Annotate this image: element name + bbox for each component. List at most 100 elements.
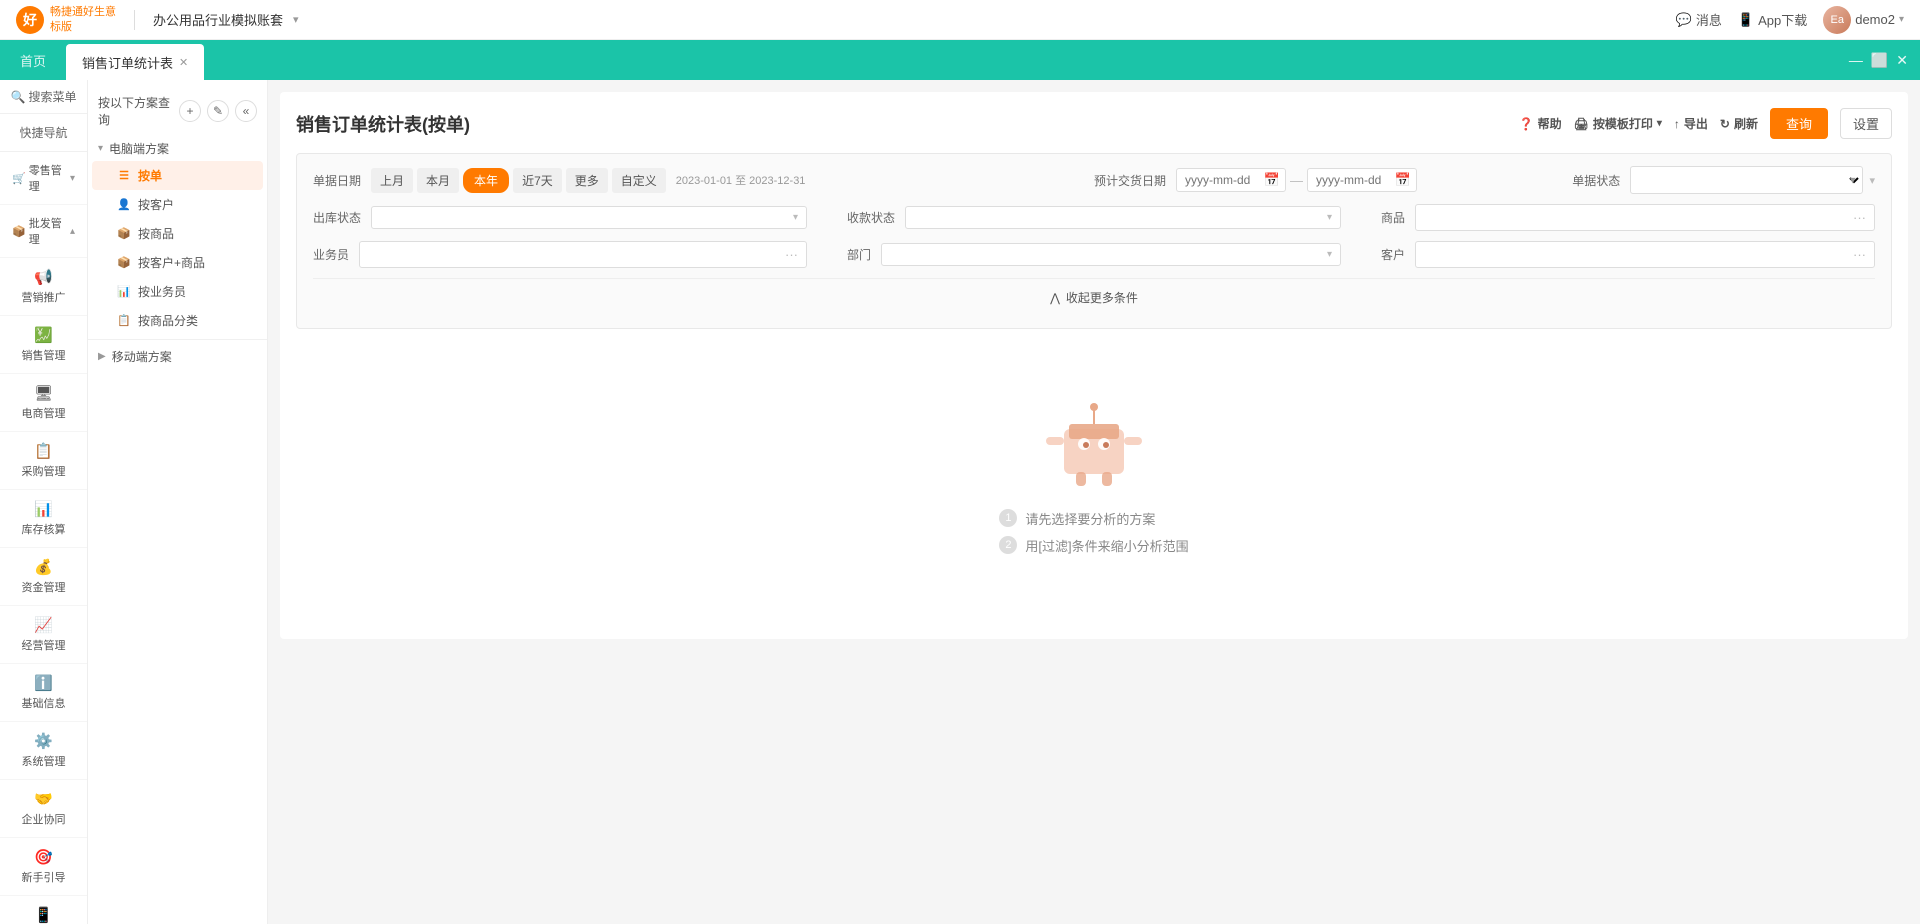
- template-print-btn[interactable]: 🖨 按模板打印 ▾: [1574, 115, 1662, 132]
- quick-nav-btn[interactable]: 快捷导航: [0, 114, 87, 152]
- order-status-select-wrap[interactable]: [1630, 166, 1863, 194]
- mobile-section: ▶ 移动端方案: [88, 344, 267, 369]
- print-dropdown-icon: ▾: [1657, 118, 1662, 129]
- close-btn[interactable]: ✕: [1896, 52, 1908, 69]
- sales-icon: 💹: [34, 326, 53, 344]
- filter-payment-cell: 收款状态 ▾: [847, 206, 1341, 229]
- logo-text: 畅捷通好生意 标版: [50, 5, 116, 34]
- filter-order-status-cell: 单据状态 ▾: [1572, 166, 1875, 194]
- panel-item-by-customer-goods[interactable]: 📦 按客户+商品: [92, 248, 263, 277]
- search-menu-btn[interactable]: 🔍 搜索菜单: [8, 88, 79, 105]
- department-select-box[interactable]: ▾: [881, 243, 1341, 266]
- sidebar-item-appstore[interactable]: 📱 应用中心: [0, 896, 87, 924]
- sidebar-item-enterprise[interactable]: 🤝 企业协同: [0, 780, 87, 838]
- panel-item-by-goods[interactable]: 📦 按商品: [92, 219, 263, 248]
- edit-scheme-btn[interactable]: ✎: [207, 100, 229, 122]
- query-btn[interactable]: 查询: [1770, 108, 1828, 139]
- add-scheme-btn[interactable]: +: [179, 100, 201, 122]
- expected-delivery-to-wrap: 📅: [1307, 168, 1417, 192]
- section-divider: [88, 339, 267, 340]
- logo-area: 好 畅捷通好生意 标版: [16, 5, 116, 34]
- last-7-days-btn[interactable]: 近7天: [513, 168, 562, 193]
- order-status-dropdown-icon: ▾: [1869, 174, 1875, 187]
- salesman-select-box[interactable]: ···: [359, 241, 807, 268]
- collapse-panel-btn[interactable]: «: [235, 100, 257, 122]
- panel-item-by-salesman[interactable]: 📊 按业务员: [92, 277, 263, 306]
- date-range-sep: —: [1290, 173, 1303, 188]
- payment-status-select-box[interactable]: ▾: [905, 206, 1341, 229]
- message-icon: 💬: [1676, 12, 1692, 28]
- panel-item-by-order[interactable]: ☰ 按单: [92, 161, 263, 190]
- panel-item-by-customer[interactable]: 👤 按客户: [92, 190, 263, 219]
- tab-bar: 首页 销售订单统计表 ✕ — ⬜ ✕: [0, 40, 1920, 80]
- department-dropdown-icon: ▾: [1327, 249, 1332, 260]
- user-area[interactable]: Ea demo2 ▾: [1823, 6, 1904, 34]
- sidebar-item-wholesale[interactable]: 📦 批发管理 ▴: [0, 205, 87, 258]
- salesman-dots-icon: ···: [785, 247, 798, 262]
- empty-tips: 1 请先选择要分析的方案 2 用[过滤]条件来缩小分析范围: [999, 509, 1188, 563]
- purchase-icon: 📋: [34, 442, 53, 460]
- tab-home[interactable]: 首页: [0, 40, 66, 80]
- wholesale-expand-icon: ▴: [70, 226, 75, 237]
- app-download-btn[interactable]: 📱 App下载: [1738, 10, 1807, 29]
- sidebar-item-basic[interactable]: ℹ️ 基础信息: [0, 664, 87, 722]
- pc-section-header[interactable]: ▾ 电脑端方案: [88, 136, 267, 161]
- date-label: 单据日期: [313, 172, 361, 189]
- maximize-btn[interactable]: ⬜: [1871, 52, 1888, 69]
- order-status-label: 单据状态: [1572, 172, 1620, 189]
- custom-date-btn[interactable]: 自定义: [612, 168, 666, 193]
- shipment-status-select-box[interactable]: ▾: [371, 206, 807, 229]
- minimize-btn[interactable]: —: [1849, 52, 1863, 69]
- mobile-section-header[interactable]: ▶ 移动端方案: [88, 344, 267, 369]
- sidebar-item-inventory[interactable]: 📊 库存核算: [0, 490, 87, 548]
- print-icon: 🖨: [1574, 117, 1589, 131]
- filter-department-cell: 部门 ▾: [847, 243, 1341, 266]
- goods-select-box[interactable]: ···: [1415, 204, 1875, 231]
- last-month-btn[interactable]: 上月: [371, 168, 413, 193]
- panel-item-by-category[interactable]: 📋 按商品分类: [92, 306, 263, 335]
- sidebar-item-marketing[interactable]: 📢 营销推广: [0, 258, 87, 316]
- sidebar-search-area[interactable]: 🔍 搜索菜单: [0, 80, 87, 114]
- export-btn[interactable]: ↑ 导出: [1674, 115, 1708, 132]
- customer-select-box[interactable]: ···: [1415, 241, 1875, 268]
- breadcrumb-dropdown-icon[interactable]: ▾: [293, 13, 299, 26]
- sidebar-item-operation[interactable]: 📈 经营管理: [0, 606, 87, 664]
- filter-goods-cell: 商品 ···: [1381, 204, 1875, 231]
- tab-sales-order[interactable]: 销售订单统计表 ✕: [66, 44, 204, 80]
- messages-btn[interactable]: 💬 消息: [1676, 10, 1722, 29]
- help-btn[interactable]: ❓ 帮助: [1519, 115, 1562, 132]
- divider: [134, 10, 135, 30]
- sidebar-item-finance[interactable]: 💰 资金管理: [0, 548, 87, 606]
- sidebar-item-purchase[interactable]: 📋 采购管理: [0, 432, 87, 490]
- settings-btn[interactable]: 设置: [1840, 108, 1892, 139]
- sidebar: 🔍 搜索菜单 快捷导航 🛒 零售管理 ▾ 📦 批发管理 ▴ 📢 营销推广: [0, 80, 88, 924]
- this-month-btn[interactable]: 本月: [417, 168, 459, 193]
- sidebar-item-retail[interactable]: 🛒 零售管理 ▾: [0, 152, 87, 205]
- mobile-section-title: 移动端方案: [112, 348, 172, 365]
- topbar-right: 💬 消息 📱 App下载 Ea demo2 ▾: [1676, 6, 1904, 34]
- sidebar-item-sales[interactable]: 💹 销售管理: [0, 316, 87, 374]
- retail-expand-icon: ▾: [70, 173, 75, 184]
- empty-state: 1 请先选择要分析的方案 2 用[过滤]条件来缩小分析范围: [296, 329, 1892, 623]
- this-year-btn[interactable]: 本年: [463, 168, 509, 193]
- calendar-from-icon: 📅: [1264, 172, 1280, 188]
- customer-label: 客户: [1381, 246, 1405, 263]
- filter-row-2: 出库状态 ▾ 收款状态 ▾: [313, 204, 1875, 231]
- sidebar-item-ecommerce[interactable]: 🖥 电商管理: [0, 374, 87, 432]
- order-status-select[interactable]: [1630, 166, 1863, 194]
- sidebar-item-newbie[interactable]: 🎯 新手引导: [0, 838, 87, 896]
- user-avatar: Ea: [1823, 6, 1851, 34]
- shipment-label: 出库状态: [313, 209, 361, 226]
- refresh-btn[interactable]: ↻ 刷新: [1720, 115, 1758, 132]
- collapse-icon: ⋀: [1050, 291, 1060, 305]
- sidebar-item-system[interactable]: ⚙️ 系统管理: [0, 722, 87, 780]
- empty-tip-2: 2 用[过滤]条件来缩小分析范围: [999, 536, 1188, 555]
- marketing-icon: 📢: [34, 268, 53, 286]
- tip-num-1: 1: [999, 509, 1017, 527]
- payment-dropdown-icon: ▾: [1327, 212, 1332, 223]
- user-dropdown-icon: ▾: [1899, 14, 1904, 25]
- filter-expected-delivery-cell: 预计交货日期 📅 — 📅: [1094, 168, 1548, 192]
- more-date-btn[interactable]: 更多: [566, 168, 608, 193]
- collapse-bar[interactable]: ⋀ 收起更多条件: [313, 279, 1875, 316]
- tab-close-icon[interactable]: ✕: [179, 56, 188, 69]
